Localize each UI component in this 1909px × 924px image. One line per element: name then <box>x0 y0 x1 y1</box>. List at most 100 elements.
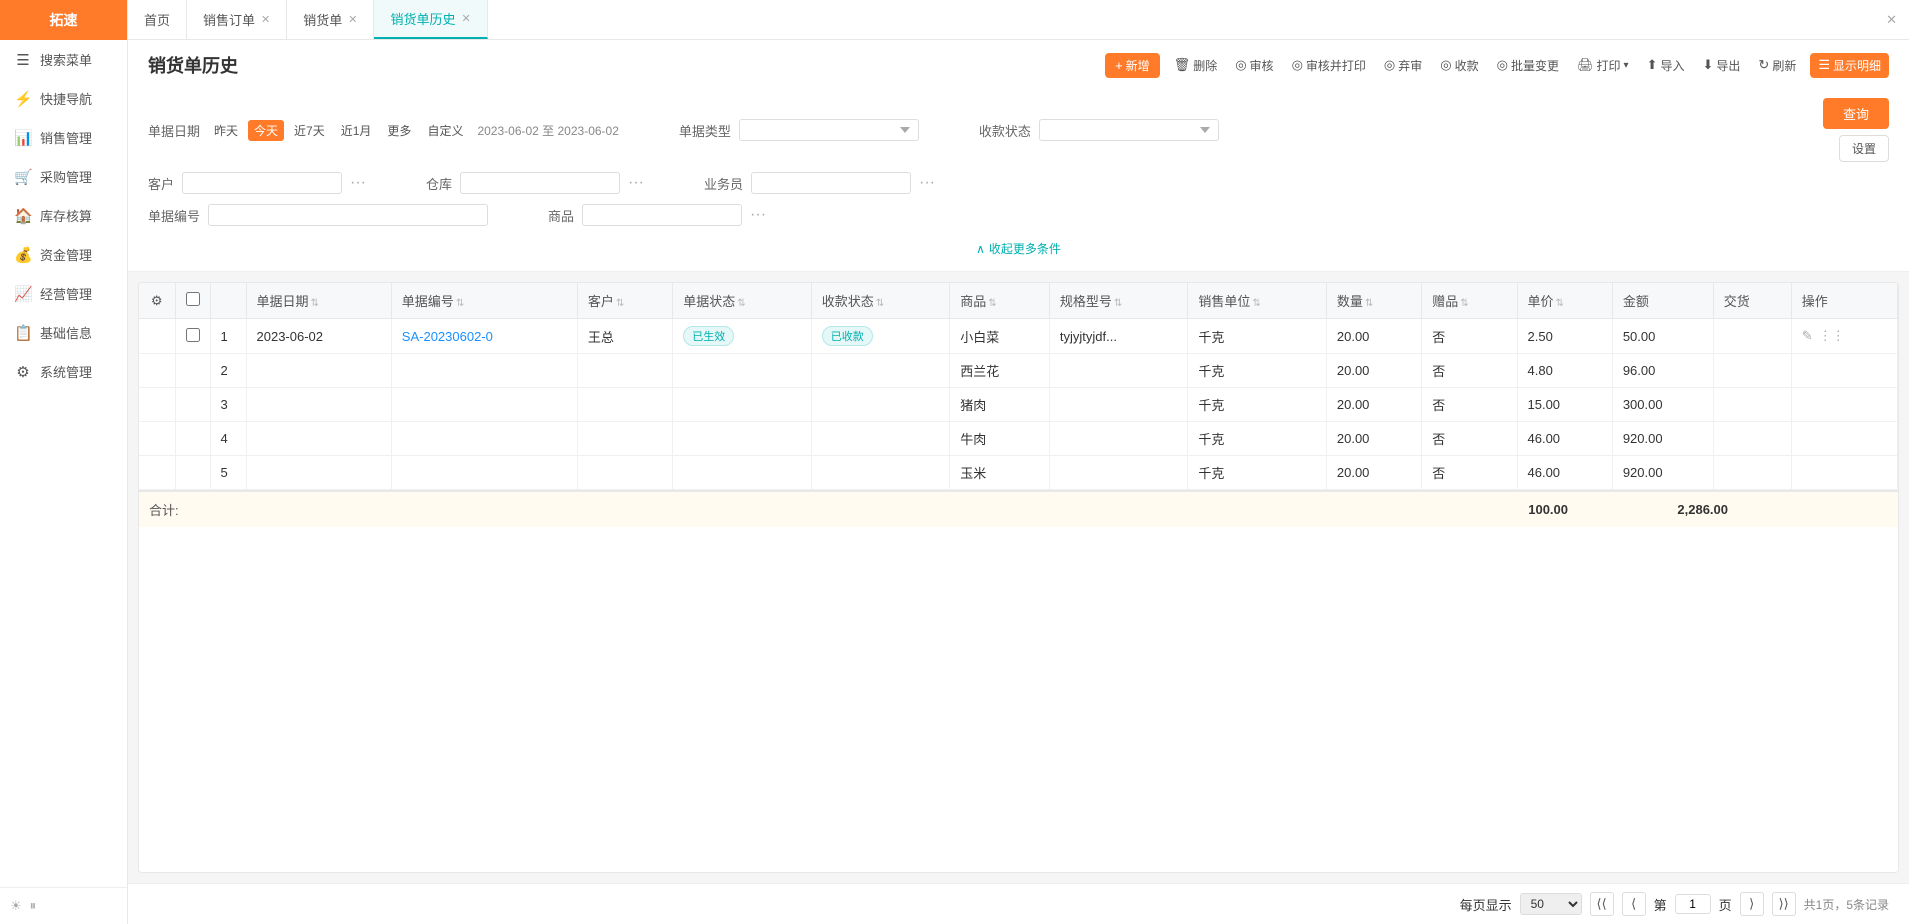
cell-collect-status-1: 已收款 <box>811 319 950 354</box>
collect-button[interactable]: ◎ 收款 <box>1436 55 1482 76</box>
settings-button[interactable]: 设置 <box>1839 135 1889 162</box>
abandon-button[interactable]: ◎ 弃审 <box>1380 55 1426 76</box>
finance-icon: 💰 <box>14 246 32 264</box>
page-label: 第 <box>1654 895 1667 914</box>
date-btn-today[interactable]: 今天 <box>248 120 284 141</box>
col-customer[interactable]: 客户⇅ <box>577 283 672 319</box>
col-goods[interactable]: 商品⇅ <box>950 283 1050 319</box>
col-checkbox <box>175 283 210 319</box>
table-container: ⚙ 单据日期⇅ 单据编号⇅ 客户⇅ 单据状态⇅ 收款状态⇅ 商品⇅ 规格型号⇅ … <box>138 282 1899 873</box>
per-page-select[interactable]: 50 <box>1520 893 1582 915</box>
sidebar-item-search-menu[interactable]: ☰ 搜索菜单 <box>0 40 127 79</box>
collapse-icon: ∧ <box>976 242 985 256</box>
date-btn-1month[interactable]: 近1月 <box>335 120 378 141</box>
filter-warehouse-input[interactable] <box>460 172 620 194</box>
filter-collect-status-select[interactable] <box>1039 119 1219 141</box>
filter-customer-input[interactable] <box>182 172 342 194</box>
export-button[interactable]: ⬇ 导出 <box>1698 55 1744 76</box>
tab-sales-goods-close[interactable]: ✕ <box>348 13 357 26</box>
cell-checkbox-4[interactable] <box>175 422 210 456</box>
date-btn-more[interactable]: 更多 <box>381 120 417 141</box>
filter-goods-input[interactable] <box>582 204 742 226</box>
page-prev-button[interactable]: ⟨ <box>1622 892 1646 916</box>
collect-icon: ◎ <box>1440 57 1451 73</box>
sidebar-item-inventory[interactable]: 🏠 库存核算 <box>0 196 127 235</box>
new-button[interactable]: + 新增 <box>1105 53 1160 78</box>
sidebar-item-basic-info[interactable]: 📋 基础信息 <box>0 313 127 352</box>
col-gift[interactable]: 赠品⇅ <box>1422 283 1517 319</box>
batch-change-button[interactable]: ◎ 批量变更 <box>1493 55 1563 76</box>
col-collect-status[interactable]: 收款状态⇅ <box>811 283 950 319</box>
audit-button[interactable]: ◎ 审核 <box>1231 55 1277 76</box>
tab-sales-goods[interactable]: 销货单 ✕ <box>287 0 374 39</box>
warehouse-ellipsis[interactable]: ··· <box>628 175 644 191</box>
tab-sales-order[interactable]: 销售订单 ✕ <box>187 0 287 39</box>
audit-print-button[interactable]: ◎ 审核并打印 <box>1288 55 1370 76</box>
customer-ellipsis[interactable]: ··· <box>350 175 366 191</box>
page-number-input[interactable] <box>1675 894 1711 914</box>
tab-home[interactable]: 首页 <box>128 0 187 39</box>
filter-staff-input[interactable] <box>751 172 911 194</box>
action-edit-1[interactable]: ✎ <box>1802 328 1813 344</box>
sidebar-item-quick-nav[interactable]: ⚡ 快捷导航 <box>0 79 127 118</box>
select-all-checkbox[interactable] <box>186 292 200 306</box>
sidebar: 拓速 ☰ 搜索菜单 ⚡ 快捷导航 📊 销售管理 🛒 采购管理 🏠 库存核算 💰 … <box>0 0 128 924</box>
col-price[interactable]: 单价⇅ <box>1517 283 1612 319</box>
col-spec[interactable]: 规格型号⇅ <box>1049 283 1188 319</box>
doc-no-link-1[interactable]: SA-20230602-0 <box>402 329 493 344</box>
date-btn-7days[interactable]: 近7天 <box>288 120 331 141</box>
sidebar-item-finance[interactable]: 💰 资金管理 <box>0 235 127 274</box>
cell-doc-no-1[interactable]: SA-20230602-0 <box>391 319 577 354</box>
col-unit[interactable]: 销售单位⇅ <box>1188 283 1327 319</box>
date-btn-yesterday[interactable]: 昨天 <box>208 120 244 141</box>
sidebar-item-operations[interactable]: 📈 经营管理 <box>0 274 127 313</box>
query-button[interactable]: 查询 <box>1823 98 1889 129</box>
cell-checkbox-2[interactable] <box>175 354 210 388</box>
refresh-button[interactable]: ↻ 刷新 <box>1754 55 1800 76</box>
cell-checkbox-5[interactable] <box>175 456 210 490</box>
sidebar-item-sales-mgmt[interactable]: 📊 销售管理 <box>0 118 127 157</box>
sidebar-footer-icon1[interactable]: ☀ <box>10 898 22 914</box>
page-first-button[interactable]: ⟨⟨ <box>1590 892 1614 916</box>
cell-checkbox-1[interactable] <box>175 319 210 354</box>
col-doc-status[interactable]: 单据状态⇅ <box>673 283 812 319</box>
cell-doc-date-4 <box>246 422 391 456</box>
sidebar-item-purchase-mgmt[interactable]: 🛒 采购管理 <box>0 157 127 196</box>
cell-rowno-3: 3 <box>210 388 246 422</box>
row-checkbox-1[interactable] <box>186 328 200 342</box>
print-button[interactable]: 🖨 打印 ▾ <box>1573 55 1633 76</box>
cell-checkbox-3[interactable] <box>175 388 210 422</box>
page-of-label: 页 <box>1719 895 1732 914</box>
filter-docno-label: 单据编号 <box>148 206 200 225</box>
sidebar-footer-icon2[interactable]: ⏸ <box>30 898 37 914</box>
filter-area: 单据日期 昨天 今天 近7天 近1月 更多 自定义 2023-06-02 至 2… <box>148 90 1889 271</box>
goods-ellipsis[interactable]: ··· <box>750 207 766 223</box>
col-doc-no[interactable]: 单据编号⇅ <box>391 283 577 319</box>
col-doc-date[interactable]: 单据日期⇅ <box>246 283 391 319</box>
col-action: 操作 <box>1791 283 1897 319</box>
staff-ellipsis[interactable]: ··· <box>919 175 935 191</box>
page-last-button[interactable]: ⟩⟩ <box>1772 892 1796 916</box>
col-settings[interactable]: ⚙ <box>139 283 175 319</box>
sidebar-item-sys-admin[interactable]: ⚙ 系统管理 <box>0 352 127 391</box>
refresh-icon: ↻ <box>1758 57 1769 73</box>
filter-doc-type-select[interactable] <box>739 119 919 141</box>
tab-sales-order-close[interactable]: ✕ <box>261 13 270 26</box>
import-button[interactable]: ⬆ 导入 <box>1643 55 1689 76</box>
collapse-filter-button[interactable]: ∧ 收起更多条件 <box>968 236 1069 261</box>
filter-goods-group: 商品 ··· <box>548 204 766 226</box>
date-btn-custom[interactable]: 自定义 <box>421 120 469 141</box>
tab-sales-history-close[interactable]: ✕ <box>462 12 471 25</box>
tab-bar-close-all[interactable]: ✕ <box>1886 12 1897 28</box>
sort-icon-customer: ⇅ <box>616 298 624 309</box>
tab-sales-history[interactable]: 销货单历史 ✕ <box>374 0 487 39</box>
sort-icon-gift: ⇅ <box>1460 298 1468 309</box>
content-area: 销货单历史 + 新增 🗑 删除 ◎ 审核 ◎ <box>128 40 1909 924</box>
col-qty[interactable]: 数量⇅ <box>1326 283 1421 319</box>
footer-label: 合计: <box>149 500 209 519</box>
page-next-button[interactable]: ⟩ <box>1740 892 1764 916</box>
display-detail-button[interactable]: ☰ 显示明细 <box>1810 53 1889 78</box>
filter-docno-input[interactable] <box>208 204 488 226</box>
delete-button[interactable]: 🗑 删除 <box>1170 55 1222 76</box>
action-more-1[interactable]: ⋮⋮ <box>1819 328 1845 344</box>
